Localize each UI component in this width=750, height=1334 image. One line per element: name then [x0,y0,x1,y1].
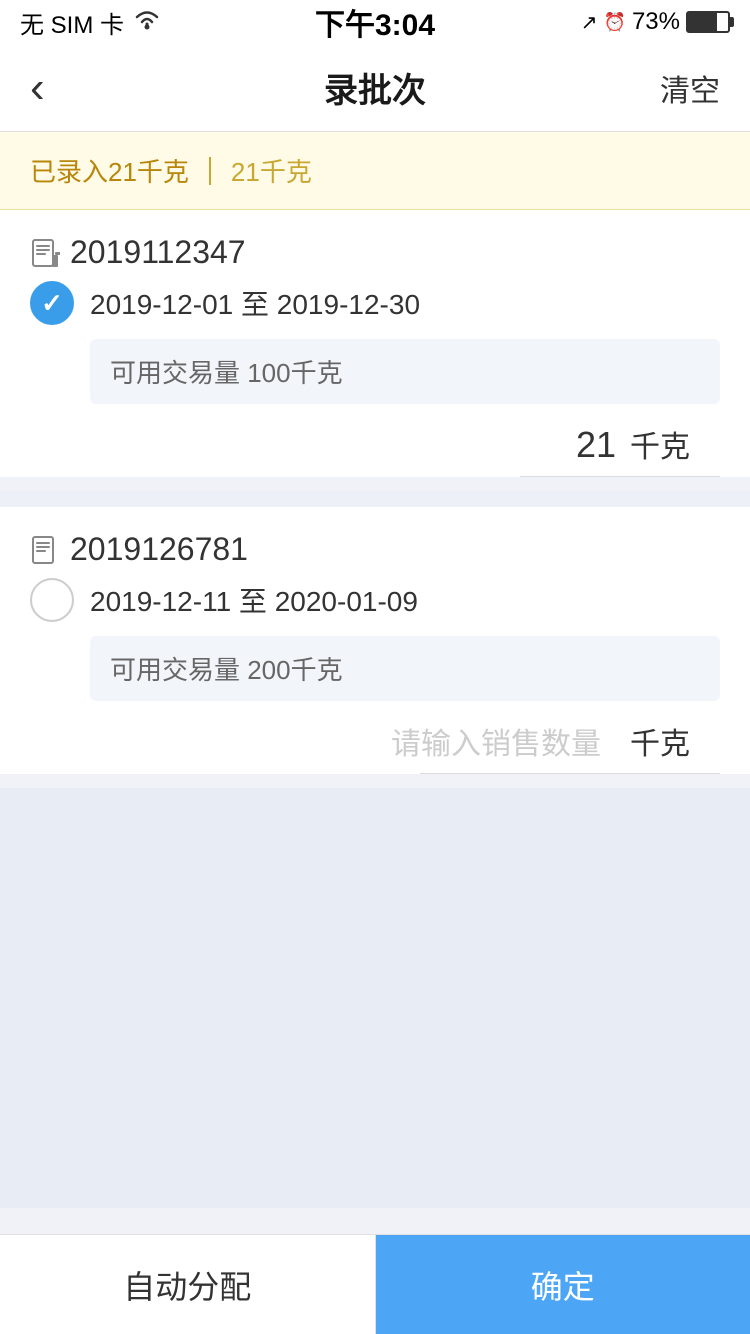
batch-id-1: 2019112347 [70,234,246,271]
availability-bar-2: 可用交易量 200千克 [90,636,720,701]
quantity-row-1: 21 千克 [30,404,720,476]
batch-card-2: 2019126781 2019-12-11 至 2020-01-09 可用交易量… [0,507,750,701]
radio-btn-2[interactable] [30,578,74,622]
quantity-unit-1: 千克 [630,422,690,466]
recorded-label: 已录入21千克 [30,152,189,189]
page-title: 录批次 [324,63,426,112]
batch-date-2: 2019-12-11 至 2020-01-09 [90,580,418,620]
info-banner: 已录入21千克 21千克 [0,132,750,210]
battery-percent: 73% [632,8,680,36]
batch-card-1: 2019112347 2019-12-01 至 2019-12-30 可用交易量… [0,210,750,404]
nav-bar: ‹ 录批次 清空 [0,44,750,132]
bottom-bar: 自动分配 确定 [0,1234,750,1334]
status-left: 无 SIM 卡 [20,5,162,40]
banner-divider [209,157,211,185]
section-separator [0,491,750,507]
batch-row-2[interactable]: 2019-12-11 至 2020-01-09 [30,578,720,622]
batch-doc-icon-2 [30,533,60,567]
batch-header-1: 2019112347 [30,234,720,271]
status-bar: 无 SIM 卡 下午3:04 ↗ ⏰ 73% [0,0,750,44]
status-right: ↗ ⏰ 73% [581,8,730,36]
radio-btn-1[interactable] [30,281,74,325]
clear-button[interactable]: 清空 [660,66,720,110]
batch-header-2: 2019126781 [30,531,720,568]
gray-area [0,788,750,1208]
batch-id-2: 2019126781 [70,531,248,568]
input-section-2: 千克 [0,701,750,774]
confirm-label: 确定 [531,1262,595,1308]
back-button[interactable]: ‹ [30,63,45,113]
status-time: 下午3:04 [315,0,435,44]
recorded-value: 21千克 [231,152,312,189]
content-area: 已录入21千克 21千克 2019112347 2019-12-01 至 201… [0,132,750,1308]
confirm-button[interactable]: 确定 [376,1235,750,1334]
auto-distribute-button[interactable]: 自动分配 [0,1235,376,1334]
input-row-2[interactable]: 千克 [30,701,720,773]
availability-text-2: 可用交易量 200千克 [110,655,343,685]
batch-date-1: 2019-12-01 至 2019-12-30 [90,283,420,323]
battery-icon [686,11,730,33]
quantity-value-1: 21 [576,424,616,466]
quantity-input-2[interactable] [356,728,616,762]
availability-text-1: 可用交易量 100千克 [110,358,343,388]
location-icon: ↗ [581,10,598,35]
batch-row-1[interactable]: 2019-12-01 至 2019-12-30 [30,281,720,325]
quantity-section-1: 21 千克 [0,404,750,477]
batch-doc-icon-1 [30,236,60,270]
availability-bar-1: 可用交易量 100千克 [90,339,720,404]
alarm-icon: ⏰ [604,12,626,33]
input-unit-2: 千克 [630,719,690,763]
auto-distribute-label: 自动分配 [123,1262,251,1308]
wifi-icon [132,8,162,37]
sim-text: 无 SIM 卡 [20,5,124,40]
